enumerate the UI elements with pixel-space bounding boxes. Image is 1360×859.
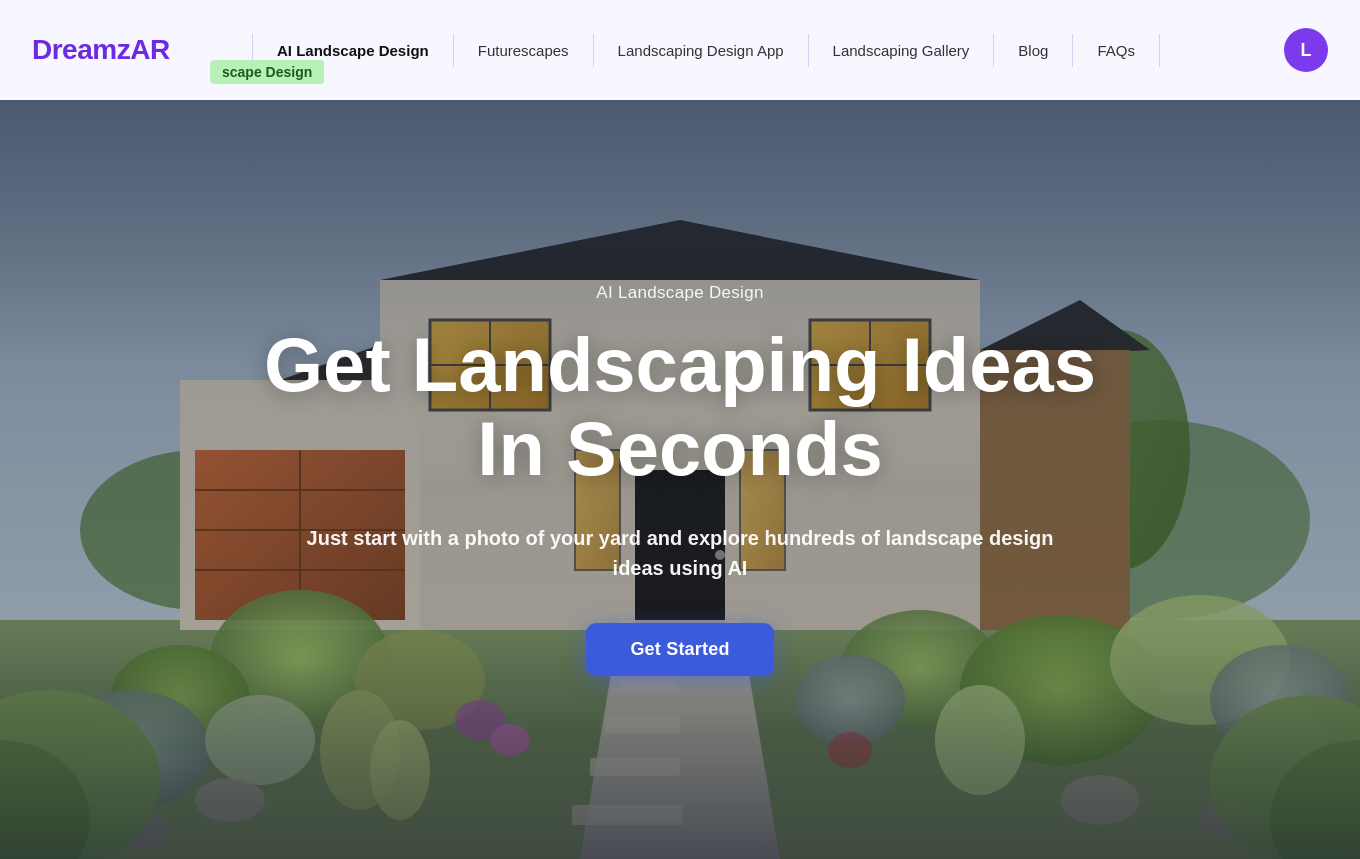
nav-item-landscaping-design-app[interactable]: Landscaping Design App — [594, 34, 809, 67]
hero-content: AI Landscape Design Get Landscaping Idea… — [0, 100, 1360, 859]
hero-section: AI Landscape Design Get Landscaping Idea… — [0, 100, 1360, 859]
header-right: L — [1284, 28, 1328, 72]
hero-subtitle: AI Landscape Design — [596, 283, 763, 303]
nav-item-faqs[interactable]: FAQs — [1073, 34, 1160, 67]
nav-item-futurescapes[interactable]: Futurescapes — [454, 34, 594, 67]
login-button[interactable]: L — [1284, 28, 1328, 72]
hero-description: Just start with a photo of your yard and… — [300, 523, 1060, 583]
nav-item-landscaping-gallery[interactable]: Landscaping Gallery — [809, 34, 995, 67]
nav-item-blog[interactable]: Blog — [994, 34, 1073, 67]
nav-item-ai-landscape-design[interactable]: AI Landscape Design — [252, 34, 454, 67]
logo-text: DreamzAR — [32, 34, 170, 65]
header: DreamzAR AI Landscape Design Futurescape… — [0, 0, 1360, 100]
logo[interactable]: DreamzAR — [32, 34, 212, 66]
hero-title: Get Landscaping Ideas In Seconds — [230, 323, 1130, 490]
main-nav: AI Landscape Design Futurescapes Landsca… — [252, 34, 1284, 67]
get-started-button[interactable]: Get Started — [586, 623, 773, 676]
